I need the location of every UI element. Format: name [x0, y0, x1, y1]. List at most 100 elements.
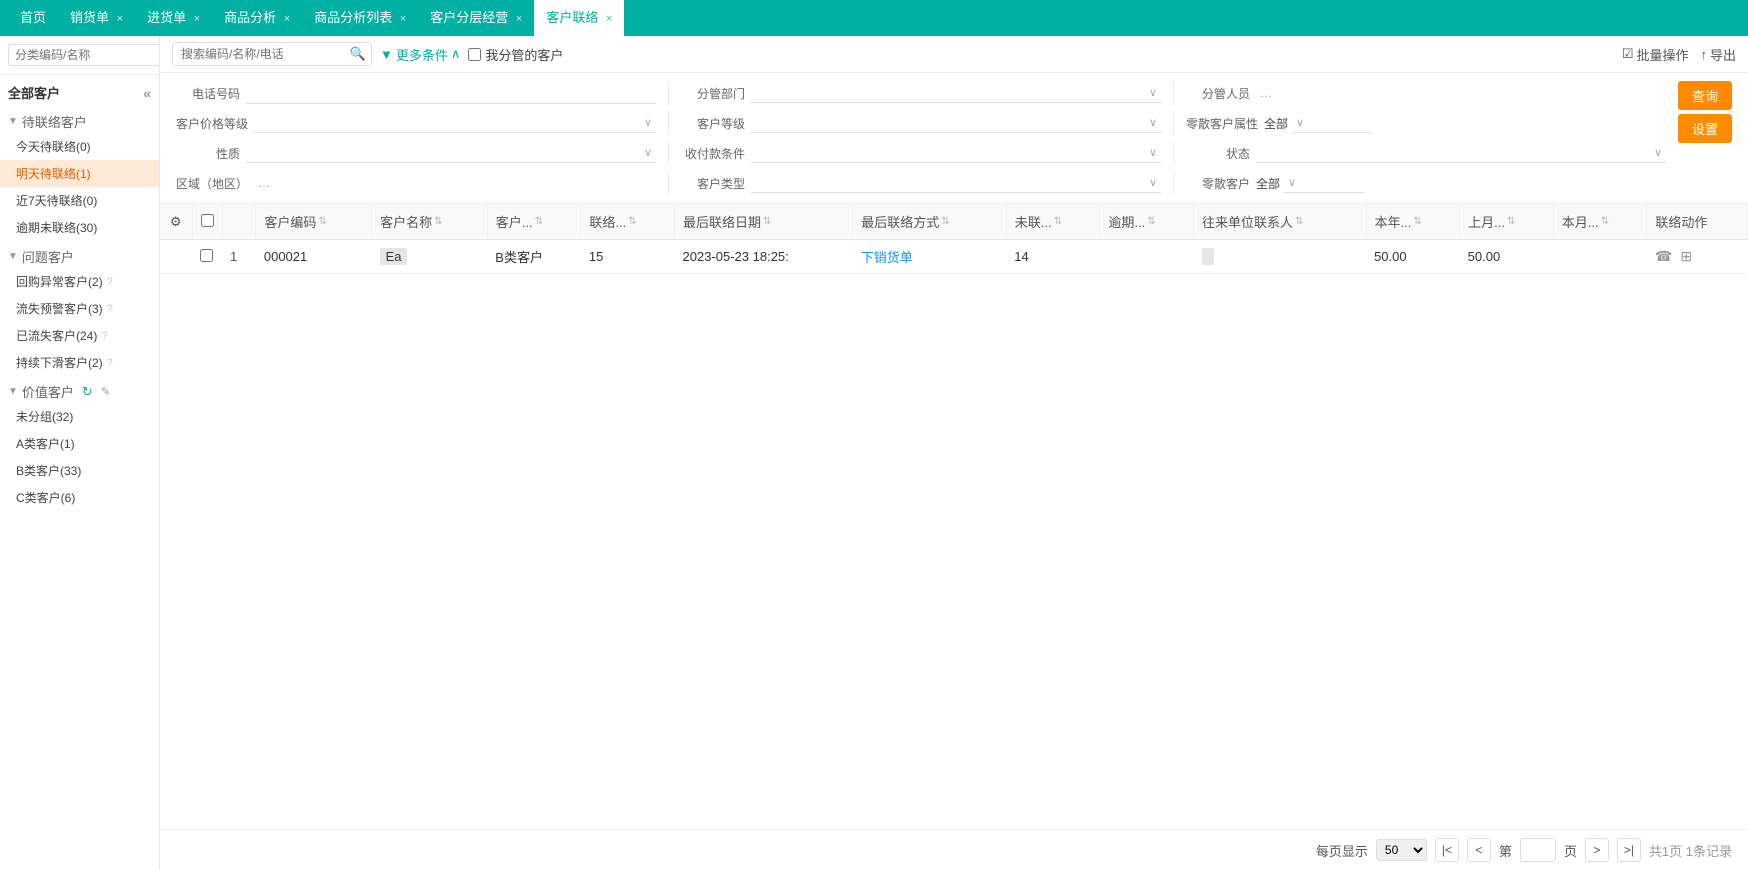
pending-group-title: 待联络客户: [22, 112, 87, 131]
page-next-btn[interactable]: >: [1585, 838, 1609, 862]
th-last-method-sort[interactable]: ⇅: [941, 216, 949, 227]
td-contact-count: 15: [581, 240, 675, 274]
th-code-sort[interactable]: ⇅: [318, 216, 326, 227]
filter-customer-level-select[interactable]: ∨: [751, 113, 1161, 133]
th-overdue-sort[interactable]: ⇅: [1147, 216, 1155, 227]
nav-purchase[interactable]: 进货单 ×: [135, 0, 212, 36]
filter-search-input[interactable]: [172, 42, 372, 66]
th-contact-count-sort[interactable]: ⇅: [628, 216, 636, 227]
page-input[interactable]: 1: [1520, 838, 1556, 862]
query-button[interactable]: 查询: [1678, 81, 1732, 110]
nav-customer-segment-close[interactable]: ×: [516, 13, 522, 25]
filter-nature-select[interactable]: ∨: [246, 143, 656, 163]
th-action-label: 联络动作: [1655, 212, 1707, 231]
sidebar-search-input[interactable]: [8, 44, 160, 66]
sidebar-item-overdue[interactable]: 逾期未联络(30): [0, 214, 159, 241]
sidebar-item-declining[interactable]: 持续下滑客户(2) ?: [0, 349, 159, 376]
per-page-select[interactable]: 50 20 100 200: [1376, 839, 1427, 861]
last-contact-method-link[interactable]: 下销货单: [861, 250, 913, 265]
sidebar-item-lost[interactable]: 已流失客户(24) ?: [0, 322, 159, 349]
th-this-year-sort[interactable]: ⇅: [1413, 216, 1421, 227]
filter-dept-select[interactable]: ∨: [751, 83, 1161, 103]
th-last-date-label: 最后联络日期: [683, 212, 761, 231]
th-no-contact-label: 未联...: [1015, 212, 1052, 231]
problem-group-title: 问题客户: [22, 247, 74, 266]
export-button[interactable]: ↑ 导出: [1700, 45, 1736, 64]
sidebar-collapse-icon[interactable]: «: [143, 85, 151, 101]
value-edit-icon[interactable]: ✎: [101, 385, 110, 398]
th-name-sort[interactable]: ⇅: [434, 216, 442, 227]
sidebar-item-7days[interactable]: 近7天待联络(0): [0, 187, 159, 214]
filter-payment-select[interactable]: ∨: [751, 143, 1161, 163]
th-type-sort[interactable]: ⇅: [535, 216, 543, 227]
th-no-contact-sort[interactable]: ⇅: [1054, 216, 1062, 227]
customer-table: ⚙ 客户编码 ⇅: [160, 204, 1748, 274]
filter-search-icon[interactable]: 🔍: [350, 46, 366, 62]
sidebar: 🔍 全部客户 « ▼ 待联络客户 今天待联络(0) 明天待联络(1) 近7天待联…: [0, 36, 160, 870]
td-num: 1: [222, 240, 256, 274]
nav-customer-contact[interactable]: 客户联络 ×: [534, 0, 624, 36]
batch-op-label: 批量操作: [1636, 45, 1688, 64]
filter-price-level-select[interactable]: ∨: [254, 113, 656, 133]
my-customers-checkbox-label[interactable]: 我分管的客户: [468, 45, 563, 64]
page-prev-btn[interactable]: <: [1467, 838, 1491, 862]
settings-button[interactable]: 设置: [1678, 114, 1732, 143]
filter-region-dots[interactable]: …: [254, 176, 274, 190]
nav-customer-contact-close[interactable]: ×: [606, 13, 612, 25]
nav-goods-analysis-list[interactable]: 商品分析列表 ×: [302, 0, 418, 36]
gear-icon[interactable]: ⚙: [170, 214, 182, 229]
nav-purchase-close[interactable]: ×: [194, 13, 200, 25]
th-unit-contact-sort[interactable]: ⇅: [1295, 216, 1303, 227]
filter-retail-select[interactable]: ∨: [1284, 173, 1364, 193]
nav-home[interactable]: 首页: [8, 0, 58, 36]
filter-phone-label: 电话号码: [176, 85, 246, 102]
nav-sales[interactable]: 销货单 ×: [58, 0, 135, 36]
nav-goods-analysis[interactable]: 商品分析 ×: [212, 0, 302, 36]
sidebar-item-losing[interactable]: 流失预警客户(3) ?: [0, 295, 159, 322]
action-phone-icon[interactable]: ☎: [1655, 248, 1672, 265]
th-contact-count: 联络... ⇅: [581, 204, 675, 240]
nav-customer-segment[interactable]: 客户分层经营 ×: [418, 0, 534, 36]
th-last-month-label: 上月...: [1468, 212, 1505, 231]
th-last-date-sort[interactable]: ⇅: [763, 216, 771, 227]
sidebar-item-class-a[interactable]: A类客户(1): [0, 430, 159, 457]
value-refresh-icon[interactable]: ↻: [82, 384, 93, 400]
total-info: 共1页 1条记录: [1649, 841, 1732, 860]
problem-group-label: ▼ 问题客户: [0, 241, 159, 268]
th-last-month-sort[interactable]: ⇅: [1507, 216, 1515, 227]
nav-sales-close[interactable]: ×: [117, 13, 123, 25]
filter-retail-attr-select[interactable]: ∨: [1292, 113, 1372, 133]
filter-customer-type-caret: ∨: [1149, 176, 1157, 189]
filter-region: 区域（地区） …: [176, 175, 656, 192]
page-label: 第: [1499, 841, 1512, 860]
filter-status-select[interactable]: ∨: [1256, 143, 1666, 163]
sidebar-item-today[interactable]: 今天待联络(0): [0, 133, 159, 160]
ext-filter-row-2: 客户价格等级 ∨ 客户等级 ∨: [176, 111, 1666, 135]
sidebar-item-class-b[interactable]: B类客户(33): [0, 457, 159, 484]
sidebar-search-area: 🔍: [0, 36, 159, 75]
page-last-btn[interactable]: >|: [1617, 838, 1641, 862]
batch-op-button[interactable]: ☑ 批量操作: [1622, 45, 1689, 64]
my-customers-checkbox[interactable]: [468, 48, 481, 61]
select-all-checkbox[interactable]: [201, 214, 214, 227]
action-grid-icon[interactable]: ⊞: [1680, 248, 1692, 265]
more-filters-button[interactable]: ▼ 更多条件 ∧: [380, 45, 460, 64]
filter-price-level-caret: ∨: [644, 116, 652, 129]
filter-customer-type-select[interactable]: ∨: [751, 173, 1161, 193]
th-this-month-sort[interactable]: ⇅: [1601, 216, 1609, 227]
nav-goods-analysis-list-close[interactable]: ×: [400, 13, 406, 25]
sidebar-item-unsorted[interactable]: 未分组(32): [0, 403, 159, 430]
sidebar-item-repeat-abnormal[interactable]: 回购异常客户(2) ?: [0, 268, 159, 295]
filter-person-dots[interactable]: …: [1256, 86, 1276, 100]
row-checkbox[interactable]: [200, 249, 213, 262]
sidebar-item-class-c[interactable]: C类客户(6): [0, 484, 159, 511]
filter-nature-caret: ∨: [644, 146, 652, 159]
filter-phone-input[interactable]: [246, 83, 656, 104]
filter-actions: 查询 设置: [1678, 81, 1732, 195]
sidebar-item-tomorrow[interactable]: 明天待联络(1): [0, 160, 159, 187]
nav-goods-analysis-close[interactable]: ×: [284, 13, 290, 25]
main-content: 🔍 ▼ 更多条件 ∧ 我分管的客户 ☑ 批量操作 ↑ 导出: [160, 36, 1748, 870]
value-group-title: 价值客户: [22, 382, 74, 401]
table-header-row: ⚙ 客户编码 ⇅: [160, 204, 1748, 240]
page-first-btn[interactable]: |<: [1435, 838, 1459, 862]
